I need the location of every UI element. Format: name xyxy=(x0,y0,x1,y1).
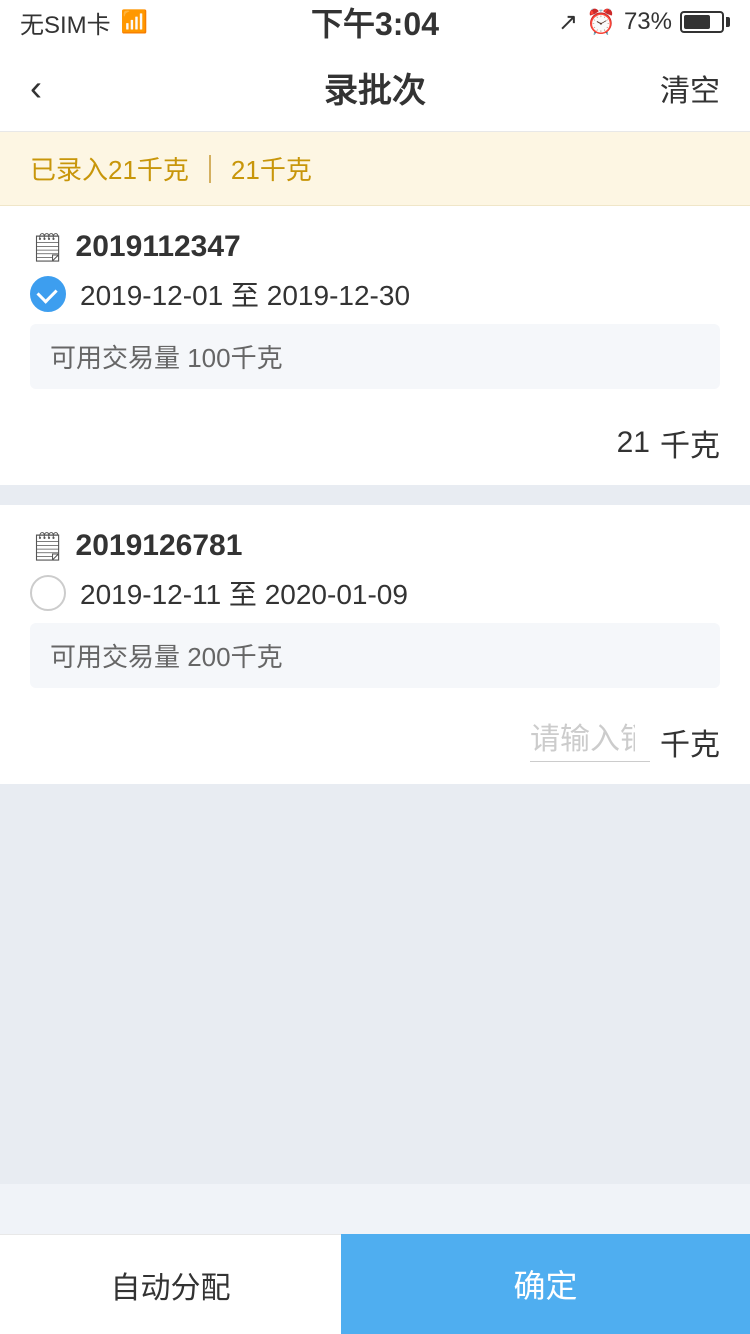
batch-availability-1: 可用交易量 100千克 xyxy=(30,324,720,389)
battery-percent: 73% xyxy=(624,8,672,36)
batch-date-1: 2019-12-01 至 2019-12-30 xyxy=(80,274,410,314)
auto-distribute-button[interactable]: 自动分配 xyxy=(0,1234,341,1334)
back-button[interactable]: ‹ xyxy=(30,67,90,109)
batch-radio-2[interactable] xyxy=(30,575,66,611)
batch-icon-2: 🗒 xyxy=(30,530,66,563)
quantity-value-1: 21 xyxy=(617,426,650,460)
battery-icon xyxy=(680,11,730,33)
batch-id-2: 2019126781 xyxy=(76,529,243,563)
location-icon: ↗ xyxy=(558,8,578,37)
status-time: 下午3:04 xyxy=(311,0,439,45)
batch-header-1: 🗒 2019112347 xyxy=(0,206,750,274)
batch-item-2: 🗒 2019126781 2019-12-11 至 2020-01-09 可用交… xyxy=(0,505,750,784)
confirm-button[interactable]: 确定 xyxy=(341,1234,750,1334)
recorded-label: 已录入21千克 xyxy=(30,150,189,187)
quantity-input-2[interactable] xyxy=(530,723,650,762)
batch-icon-1: 🗒 xyxy=(30,231,66,264)
quantity-row-2[interactable]: 千克 xyxy=(0,704,750,784)
info-banner: 已录入21千克 21千克 xyxy=(0,132,750,206)
info-divider xyxy=(209,155,211,183)
page-title: 录批次 xyxy=(324,63,426,112)
clear-button[interactable]: 清空 xyxy=(660,66,720,110)
quantity-unit-1: 千克 xyxy=(660,421,720,465)
empty-area xyxy=(0,784,750,1184)
carrier-label: 无SIM卡 xyxy=(20,5,111,40)
nav-bar: ‹ 录批次 清空 xyxy=(0,44,750,132)
batch-date-row-1[interactable]: 2019-12-01 至 2019-12-30 xyxy=(0,274,750,324)
batch-date-row-2[interactable]: 2019-12-11 至 2020-01-09 xyxy=(0,573,750,623)
batch-item-1: 🗒 2019112347 2019-12-01 至 2019-12-30 可用交… xyxy=(0,206,750,485)
batch-header-2: 🗒 2019126781 xyxy=(0,505,750,573)
batch-id-1: 2019112347 xyxy=(76,230,241,264)
batch-radio-1[interactable] xyxy=(30,276,66,312)
status-bar: 无SIM卡 📶 下午3:04 ↗ ⏰ 73% xyxy=(0,0,750,44)
quantity-unit-2: 千克 xyxy=(660,720,720,764)
quantity-row-1: 21 千克 xyxy=(0,405,750,485)
batch-availability-2: 可用交易量 200千克 xyxy=(30,623,720,688)
status-left: 无SIM卡 📶 xyxy=(20,5,148,40)
bottom-bar: 自动分配 确定 xyxy=(0,1234,750,1334)
total-label: 21千克 xyxy=(231,150,312,187)
wifi-icon: 📶 xyxy=(121,9,148,35)
alarm-icon: ⏰ xyxy=(586,8,616,37)
section-divider xyxy=(0,485,750,505)
batch-date-2: 2019-12-11 至 2020-01-09 xyxy=(80,573,408,613)
status-right: ↗ ⏰ 73% xyxy=(558,8,730,37)
